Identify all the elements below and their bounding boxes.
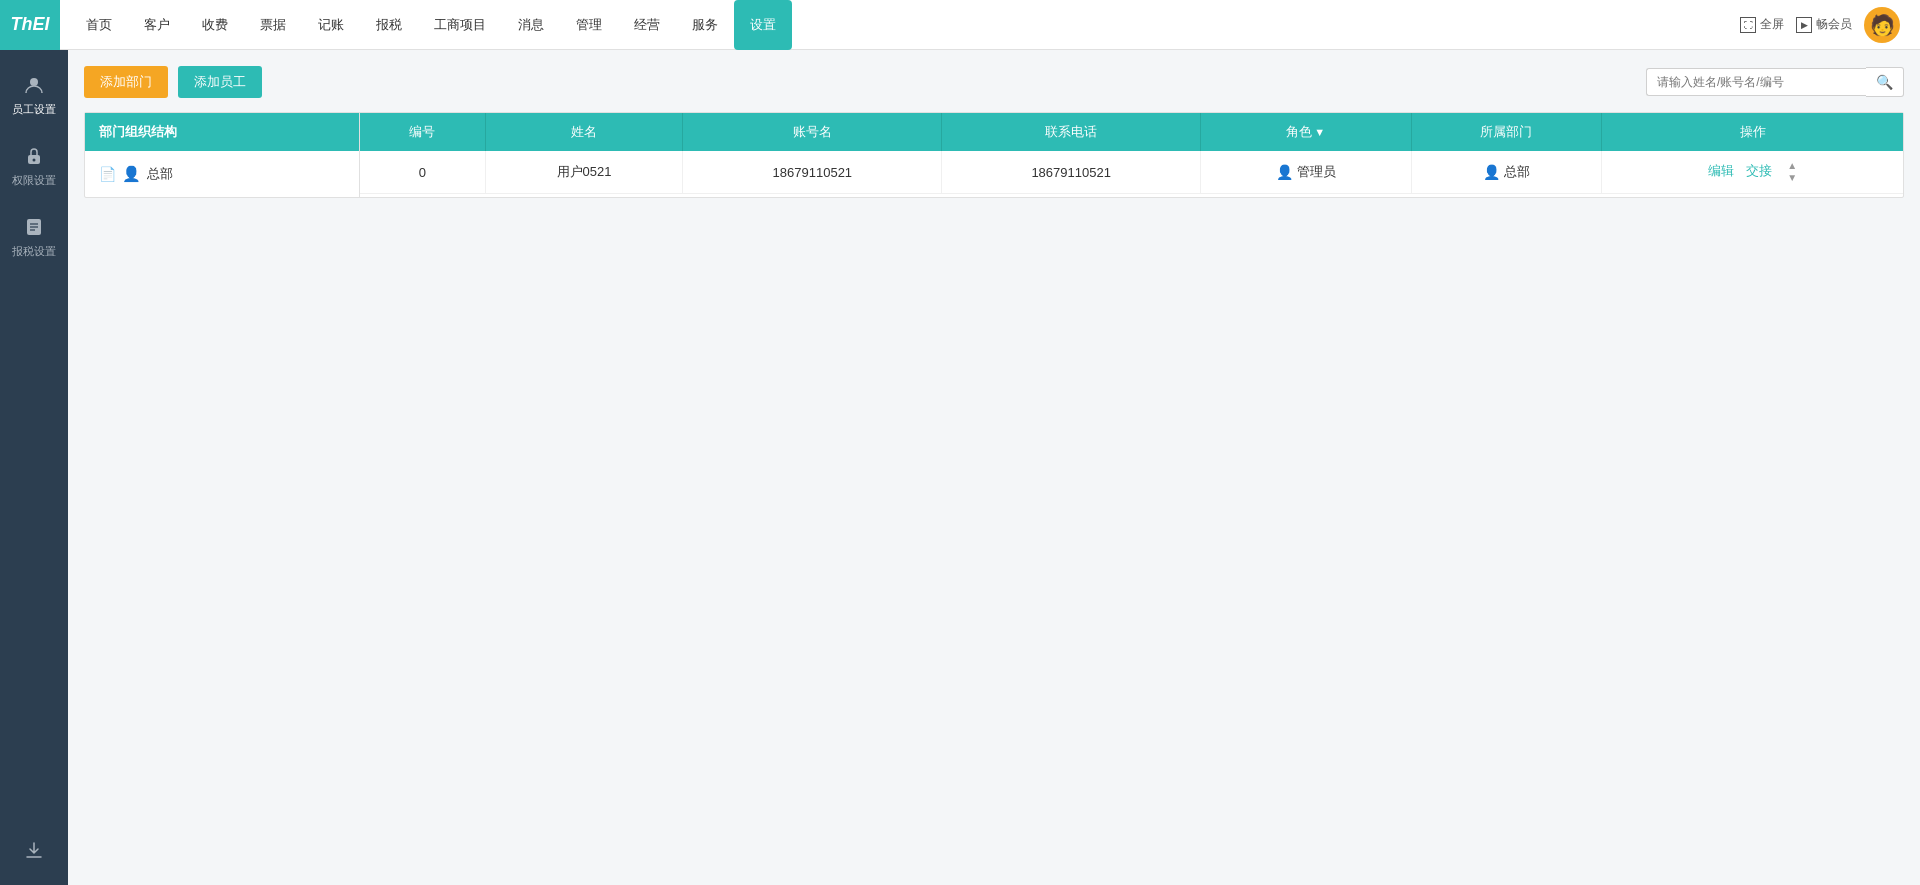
table-row: 0 用户0521 18679110521 18679110521 👤 管理员 👤… (360, 151, 1903, 194)
cell-name: 用户0521 (485, 151, 683, 194)
search-icon: 🔍 (1876, 74, 1893, 90)
nav-customer[interactable]: 客户 (128, 0, 186, 50)
employee-settings-icon (23, 74, 45, 96)
nav-menu: 首页 客户 收费 票据 记账 报税 工商项目 消息 管理 经营 服务 设置 (70, 0, 1740, 50)
nav-business[interactable]: 工商项目 (418, 0, 502, 50)
cell-role: 👤 管理员 (1201, 151, 1411, 194)
search-button[interactable]: 🔍 (1866, 67, 1904, 97)
toolbar: 添加部门 添加员工 🔍 (84, 66, 1904, 98)
sidebar-item-employee-settings[interactable]: 员工设置 (0, 60, 68, 131)
nav-accounting[interactable]: 记账 (302, 0, 360, 50)
nav-right-actions: ⛶ 全屏 ▶ 畅会员 🧑 (1740, 7, 1900, 43)
vip-button[interactable]: ▶ 畅会员 (1796, 16, 1852, 33)
tree-panel: 部门组织结构 📄 👤 总部 (85, 113, 360, 197)
col-header-id: 编号 (360, 113, 485, 151)
fullscreen-label: 全屏 (1760, 16, 1784, 33)
fullscreen-button[interactable]: ⛶ 全屏 (1740, 16, 1784, 33)
filter-icon: ▼ (1314, 126, 1325, 138)
col-header-operations: 操作 (1602, 113, 1903, 151)
sidebar-label-tax-settings: 报税设置 (12, 244, 56, 259)
permission-settings-icon (23, 145, 45, 167)
sidebar: 员工设置 权限设置 报税设置 (0, 50, 68, 885)
tree-node-label: 总部 (147, 165, 173, 183)
sidebar-item-download[interactable] (0, 825, 68, 875)
nav-message[interactable]: 消息 (502, 0, 560, 50)
tax-settings-icon (23, 216, 45, 238)
col-header-account: 账号名 (683, 113, 942, 151)
employee-table: 编号 姓名 账号名 联系电话 角色 ▼ 所属部门 操作 (360, 113, 1903, 194)
tree-body: 📄 👤 总部 (85, 151, 359, 197)
transfer-link[interactable]: 交接 (1746, 163, 1772, 178)
table-wrapper: 部门组织结构 📄 👤 总部 编号 姓名 账号名 (84, 112, 1904, 198)
col-header-role[interactable]: 角色 ▼ (1201, 113, 1411, 151)
svg-point-2 (33, 159, 36, 162)
svg-point-0 (30, 78, 38, 86)
sidebar-label-employee-settings: 员工设置 (12, 102, 56, 117)
search-bar: 🔍 (1646, 67, 1904, 97)
cell-id: 0 (360, 151, 485, 194)
dept-label: 总部 (1504, 163, 1530, 181)
sidebar-item-tax-settings[interactable]: 报税设置 (0, 202, 68, 273)
nav-operation[interactable]: 经营 (618, 0, 676, 50)
sidebar-label-permission-settings: 权限设置 (12, 173, 56, 188)
dept-icon: 👤 (1483, 164, 1500, 180)
scroll-up-icon[interactable]: ▲ (1787, 161, 1797, 171)
cell-department: 👤 总部 (1411, 151, 1602, 194)
vip-label: 畅会员 (1816, 16, 1852, 33)
scroll-down-icon[interactable]: ▼ (1787, 173, 1797, 183)
edit-link[interactable]: 编辑 (1708, 163, 1734, 178)
nav-home[interactable]: 首页 (70, 0, 128, 50)
document-icon: 📄 (99, 166, 116, 182)
sidebar-bottom (0, 825, 68, 875)
role-filter: 角色 ▼ (1286, 123, 1325, 141)
add-employee-button[interactable]: 添加员工 (178, 66, 262, 98)
col-header-department: 所属部门 (1411, 113, 1602, 151)
cell-account: 18679110521 (683, 151, 942, 194)
sidebar-item-permission-settings[interactable]: 权限设置 (0, 131, 68, 202)
person-icon: 👤 (122, 165, 141, 183)
logo: ThEI (0, 0, 60, 50)
cell-operations: 编辑 交接 ▲ ▼ (1602, 151, 1903, 194)
tree-panel-header: 部门组织结构 (85, 113, 359, 151)
content-area: 添加部门 添加员工 🔍 部门组织结构 📄 👤 总部 (68, 50, 1920, 885)
vip-icon: ▶ (1796, 17, 1812, 33)
nav-manage[interactable]: 管理 (560, 0, 618, 50)
role-icon: 👤 (1276, 164, 1293, 180)
fullscreen-icon: ⛶ (1740, 17, 1756, 33)
user-avatar[interactable]: 🧑 (1864, 7, 1900, 43)
main-layout: 员工设置 权限设置 报税设置 (0, 50, 1920, 885)
col-header-phone: 联系电话 (942, 113, 1201, 151)
add-department-button[interactable]: 添加部门 (84, 66, 168, 98)
nav-service[interactable]: 服务 (676, 0, 734, 50)
search-input[interactable] (1646, 68, 1866, 96)
data-table: 编号 姓名 账号名 联系电话 角色 ▼ 所属部门 操作 (360, 113, 1903, 197)
cell-phone: 18679110521 (942, 151, 1201, 194)
download-icon (23, 839, 45, 861)
nav-settings[interactable]: 设置 (734, 0, 792, 50)
col-header-name: 姓名 (485, 113, 683, 151)
nav-invoice[interactable]: 票据 (244, 0, 302, 50)
nav-billing[interactable]: 收费 (186, 0, 244, 50)
top-navigation: ThEI 首页 客户 收费 票据 记账 报税 工商项目 消息 管理 经营 服务 … (0, 0, 1920, 50)
tree-node-headquarters[interactable]: 📄 👤 总部 (99, 161, 345, 187)
role-label: 管理员 (1297, 163, 1336, 181)
nav-tax[interactable]: 报税 (360, 0, 418, 50)
